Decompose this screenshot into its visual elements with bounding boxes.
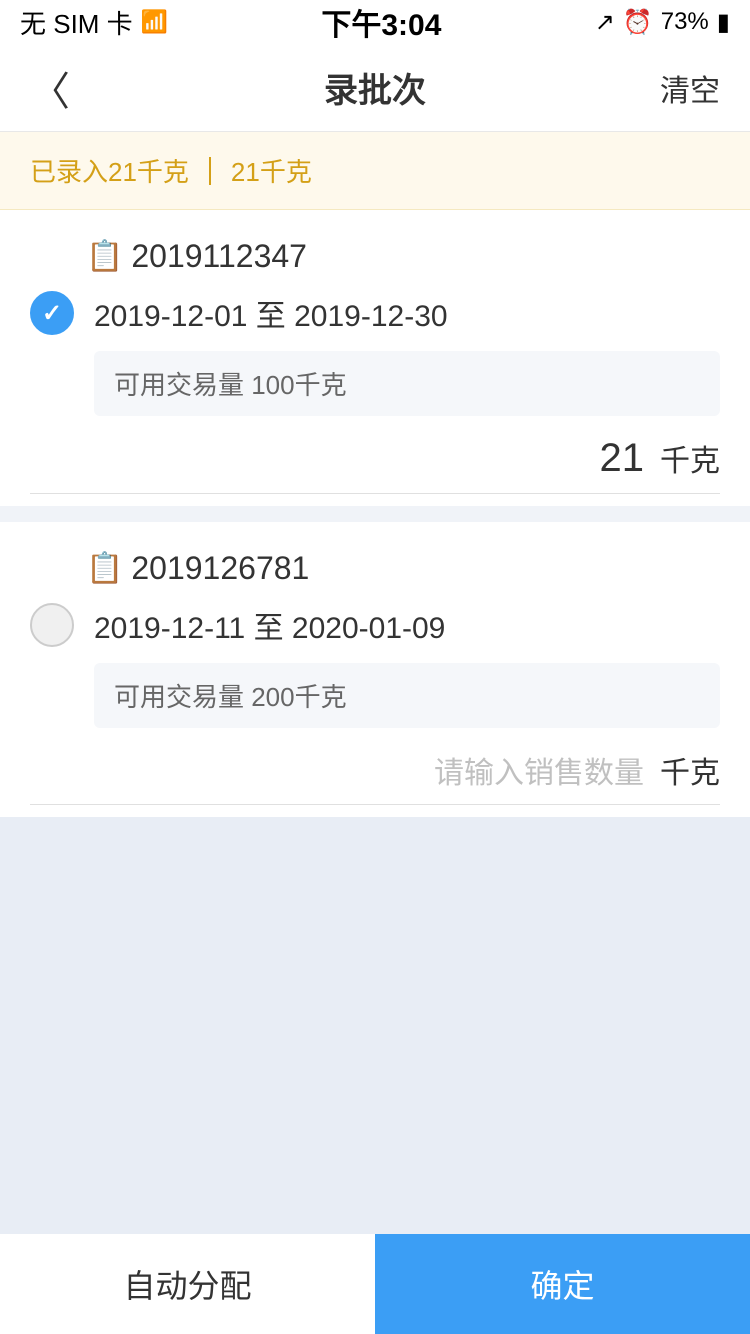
back-button[interactable]: 〈 — [30, 59, 90, 117]
batch-id-icon-2: 📋 — [86, 551, 123, 586]
batch-id-text-2: 2019126781 — [131, 550, 309, 587]
batch-date-2: 2019-12-11 至 2020-01-09 — [94, 603, 445, 647]
banner-divider — [209, 157, 211, 185]
quantity-placeholder-2: 请输入销售数量 — [30, 748, 644, 792]
amount-unit-1: 千克 — [660, 436, 720, 480]
batch-radio-1[interactable] — [30, 291, 74, 335]
info-banner: 已录入21千克 21千克 — [0, 132, 750, 210]
input-unit-2: 千克 — [660, 748, 720, 792]
confirm-button[interactable]: 确定 — [375, 1234, 750, 1334]
batch-avail-1: 可用交易量 100千克 — [94, 351, 720, 416]
bottom-bar: 自动分配 确定 — [0, 1234, 750, 1334]
input-divider-2 — [30, 804, 720, 805]
amount-value-1[interactable]: 21 — [600, 436, 645, 481]
input-row-2: 请输入销售数量 千克 — [0, 728, 750, 792]
auto-distribute-button[interactable]: 自动分配 — [0, 1234, 375, 1334]
time-display: 下午3:04 — [321, 0, 441, 44]
clear-button[interactable]: 清空 — [660, 66, 720, 110]
battery-icon: ▮ — [717, 8, 730, 37]
status-bar: 无 SIM 卡 📶 下午3:04 ↗ ⏰ 73% ▮ — [0, 0, 750, 44]
wifi-icon: 📶 — [141, 9, 168, 35]
page-title: 录批次 — [324, 63, 426, 112]
recorded-amount-value: 21千克 — [231, 152, 312, 189]
batch-item-1: 📋 2019112347 2019-12-01 至 2019-12-30 可用交… — [0, 210, 750, 506]
batch-id-text-1: 2019112347 — [131, 238, 307, 275]
alarm-icon: ⏰ — [623, 8, 653, 37]
batch-id-icon-1: 📋 — [86, 239, 123, 274]
section-divider — [0, 506, 750, 522]
recorded-amount-label: 已录入21千克 — [30, 152, 189, 189]
batch-date-1: 2019-12-01 至 2019-12-30 — [94, 291, 448, 335]
nav-bar: 〈 录批次 清空 — [0, 44, 750, 132]
location-icon: ↗ — [595, 8, 615, 37]
batch-radio-2[interactable] — [30, 603, 74, 647]
batch-avail-2: 可用交易量 200千克 — [94, 663, 720, 728]
battery-text: 73% — [661, 8, 709, 36]
amount-row-1: 21 千克 — [0, 416, 750, 481]
amount-divider-1 — [30, 493, 720, 494]
carrier-text: 无 SIM 卡 — [20, 4, 133, 41]
batch-item-2: 📋 2019126781 2019-12-11 至 2020-01-09 可用交… — [0, 522, 750, 817]
